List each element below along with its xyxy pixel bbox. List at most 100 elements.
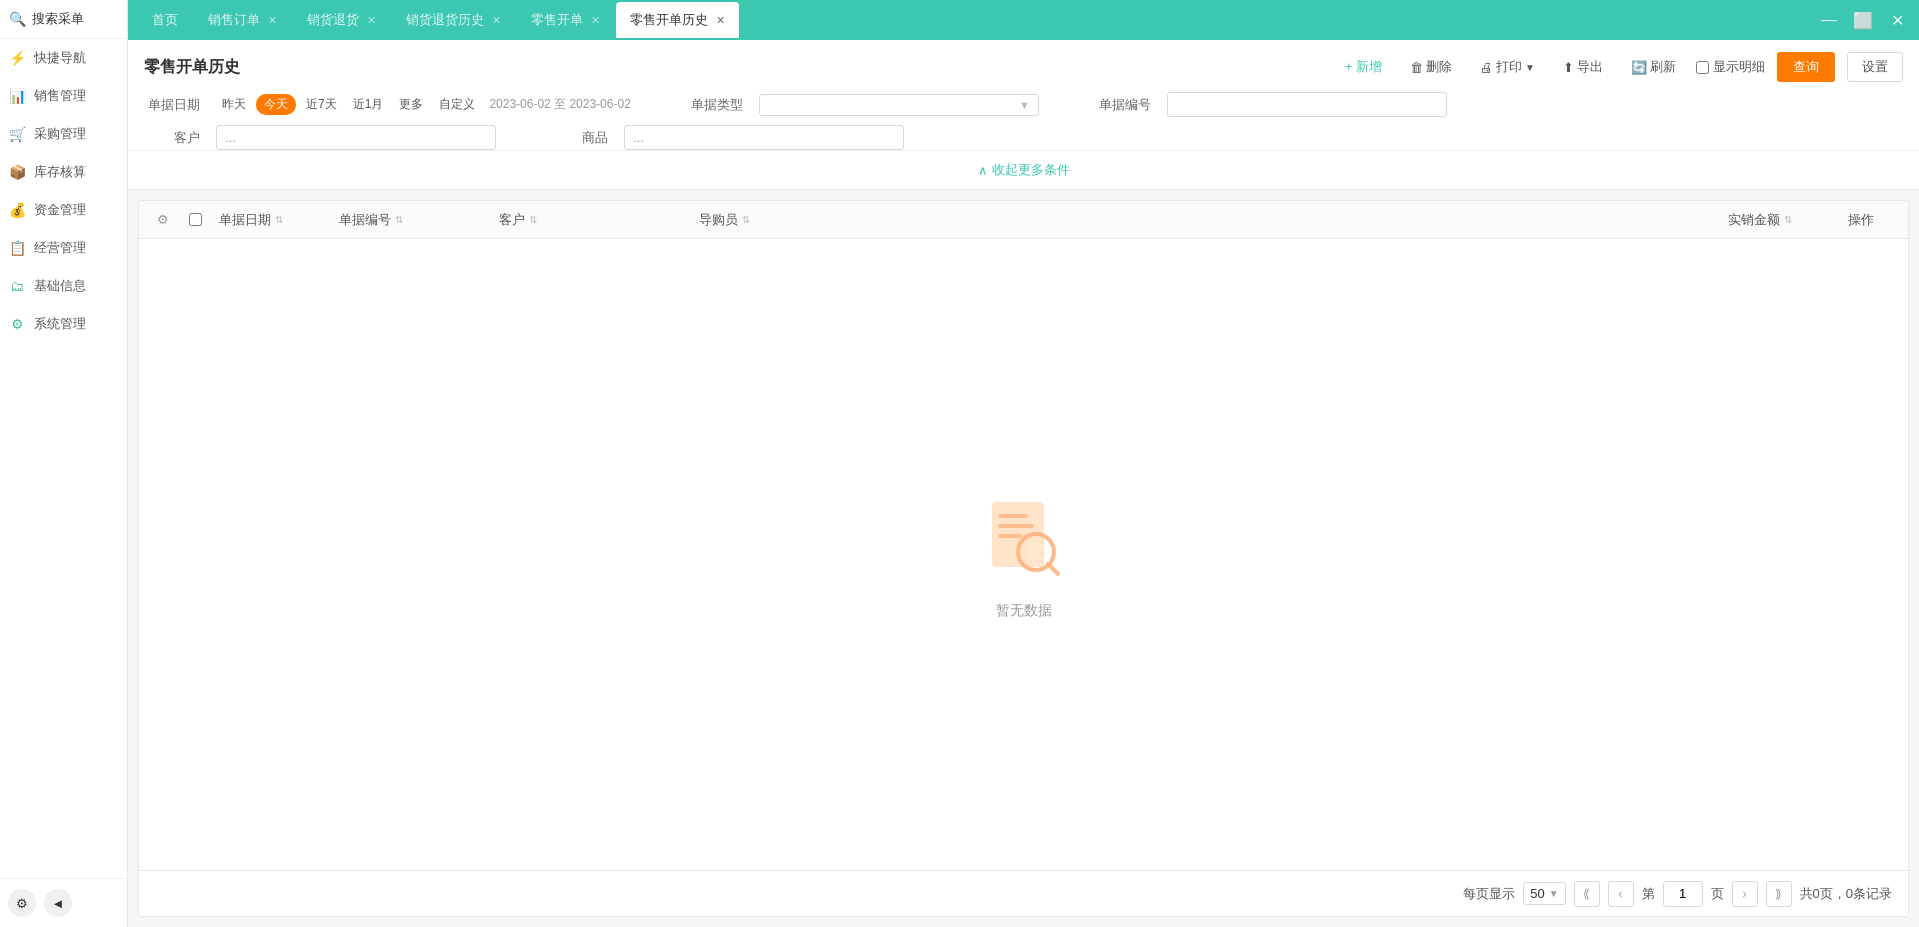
col-customer-label: 客户 [499,211,525,229]
next-page-btn[interactable]: › [1732,881,1758,907]
col-header-customer[interactable]: 客户 ⇅ [491,211,691,229]
refresh-label: 刷新 [1650,58,1676,76]
query-button[interactable]: 查询 [1777,52,1835,82]
sidebar-item-purchase[interactable]: 🛒 采购管理 [0,115,127,153]
add-button[interactable]: + 新增 [1337,54,1390,80]
goods-filter-select[interactable]: ... [624,125,904,150]
display-detail-checkbox[interactable] [1696,61,1709,74]
column-settings-btn[interactable]: ⚙ [147,212,179,227]
sidebar-search-label: 搜索采单 [32,10,84,28]
filter-row-1: 单据日期 昨天 今天 近7天 近1月 更多 自定义 2023-06-02 至 2… [144,92,1903,117]
print-button[interactable]: 🖨 打印 ▼ [1472,54,1543,80]
svg-rect-2 [998,524,1034,528]
tab-sales-return-history[interactable]: 销货退货历史 ✕ [392,2,515,38]
table-header: ⚙ 单据日期 ⇅ 单据编号 ⇅ 客户 ⇅ 导购员 ⇅ [139,201,1908,239]
tab-sales-return-label: 销货退货 [307,11,359,29]
sidebar-search[interactable]: 🔍 搜索采单 [0,0,127,39]
sidebar-item-operations[interactable]: 📋 经营管理 [0,229,127,267]
per-page-value: 50 [1530,886,1544,901]
sidebar-item-inventory[interactable]: 📦 库存核算 [0,153,127,191]
filter-row-2: 客户 ... 商品 ... [144,125,1903,150]
per-page-select[interactable]: 50 ▼ [1523,882,1565,905]
sidebar-item-finance[interactable]: 💰 资金管理 [0,191,127,229]
customer-filter-select[interactable]: ... [216,125,496,150]
close-sales-return-icon[interactable]: ✕ [367,14,376,27]
type-filter-select[interactable]: ▼ [759,94,1039,116]
sidebar-item-sales[interactable]: 📊 销售管理 [0,77,127,115]
tab-home[interactable]: 首页 [138,2,192,38]
sidebar-item-label: 资金管理 [34,201,86,219]
no-filter-input[interactable] [1167,92,1447,117]
svg-line-5 [1048,564,1058,574]
all-checkbox[interactable] [189,213,202,226]
export-button[interactable]: ⬆ 导出 [1555,54,1611,80]
per-page-label: 每页显示 [1463,885,1515,903]
sidebar-item-label: 系统管理 [34,315,86,333]
no-filter-label: 单据编号 [1095,96,1151,114]
delete-label: 删除 [1426,58,1452,76]
col-header-guide[interactable]: 导购员 ⇅ [691,211,791,229]
collapse-more-btn[interactable]: ∧ 收起更多条件 [978,157,1070,183]
tab-retail-history-label: 零售开单历史 [630,11,708,29]
pagination: 每页显示 50 ▼ ⟪ ‹ 第 1 页 › ⟫ 共0页，0条记录 [139,870,1908,916]
settings-button[interactable]: 设置 [1847,52,1903,82]
sidebar-item-label: 基础信息 [34,277,86,295]
select-all-checkbox[interactable] [179,213,211,226]
last-page-btn[interactable]: ⟫ [1766,881,1792,907]
collapse-btn[interactable]: ◄ [44,889,72,917]
date-more-btn[interactable]: 更多 [393,94,429,115]
close-sales-return-history-icon[interactable]: ✕ [492,14,501,27]
col-header-date[interactable]: 单据日期 ⇅ [211,211,331,229]
tab-maximize-btn[interactable]: ⬜ [1851,8,1875,32]
first-page-btn[interactable]: ⟪ [1574,881,1600,907]
tab-bar: 首页 销售订单 ✕ 销货退货 ✕ 销货退货历史 ✕ 零售开单 ✕ 零售开单历史 … [128,0,1919,40]
close-sales-order-icon[interactable]: ✕ [268,14,277,27]
refresh-button[interactable]: 🔄 刷新 [1623,54,1684,80]
display-detail-toggle[interactable]: 显示明细 [1696,58,1765,76]
toolbar: + 新增 🗑 删除 🖨 打印 ▼ ⬆ 导出 🔄 [1337,52,1903,82]
filter-area: 单据日期 昨天 今天 近7天 近1月 更多 自定义 2023-06-02 至 2… [144,92,1903,189]
close-retail-open-icon[interactable]: ✕ [591,14,600,27]
col-guide-label: 导购员 [699,211,738,229]
svg-point-6 [1026,542,1046,562]
tab-sales-order-label: 销售订单 [208,11,260,29]
sort-amount-icon: ⇅ [1784,214,1792,225]
date-7days-btn[interactable]: 近7天 [300,94,343,115]
prev-page-btn[interactable]: ‹ [1608,881,1634,907]
goods-filter-label: 商品 [552,129,608,147]
purchase-icon: 🛒 [8,125,26,143]
operations-icon: 📋 [8,239,26,257]
print-label: 打印 [1496,58,1522,76]
date-today-btn[interactable]: 今天 [256,94,296,115]
current-page-input[interactable]: 1 [1663,881,1703,907]
date-1month-btn[interactable]: 近1月 [347,94,390,115]
sort-customer-icon: ⇅ [529,214,537,225]
close-retail-history-icon[interactable]: ✕ [716,14,725,27]
content-area: 零售开单历史 + 新增 🗑 删除 🖨 打印 ▼ ⬆ 导出 [128,40,1919,927]
type-filter-label: 单据类型 [687,96,743,114]
tab-sales-return[interactable]: 销货退货 ✕ [293,2,390,38]
display-label: 显示明细 [1713,58,1765,76]
sidebar-item-quick-nav[interactable]: ⚡ 快捷导航 [0,39,127,77]
sort-no-icon: ⇅ [395,214,403,225]
tab-retail-history[interactable]: 零售开单历史 ✕ [616,2,739,38]
sidebar-item-system[interactable]: ⚙ 系统管理 [0,305,127,343]
total-info: 共0页，0条记录 [1800,885,1892,903]
sidebar-item-basic[interactable]: 🗂 基础信息 [0,267,127,305]
tab-sales-order[interactable]: 销售订单 ✕ [194,2,291,38]
settings-gear-btn[interactable]: ⚙ [8,889,36,917]
tab-close-btn[interactable]: ✕ [1885,8,1909,32]
delete-button[interactable]: 🗑 删除 [1402,54,1460,80]
tab-retail-open[interactable]: 零售开单 ✕ [517,2,614,38]
col-header-amount[interactable]: 实销金额 ⇅ [1720,211,1840,229]
page-title-bar: 零售开单历史 + 新增 🗑 删除 🖨 打印 ▼ ⬆ 导出 [144,52,1903,82]
col-header-no[interactable]: 单据编号 ⇅ [331,211,491,229]
empty-illustration [974,490,1074,590]
svg-rect-3 [998,534,1022,538]
page-header: 零售开单历史 + 新增 🗑 删除 🖨 打印 ▼ ⬆ 导出 [128,40,1919,190]
tab-minimize-btn[interactable]: — [1817,8,1841,32]
empty-state: 暂无数据 [139,239,1908,870]
date-yesterday-btn[interactable]: 昨天 [216,94,252,115]
date-custom-btn[interactable]: 自定义 [433,94,481,115]
sidebar-item-label: 采购管理 [34,125,86,143]
